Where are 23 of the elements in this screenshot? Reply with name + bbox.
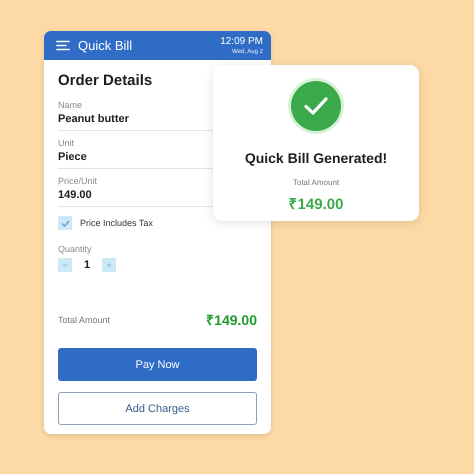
menu-icon[interactable] bbox=[56, 40, 70, 51]
quantity-value: 1 bbox=[84, 259, 90, 271]
field-label: Name bbox=[58, 100, 84, 110]
section-title: Order Details bbox=[58, 72, 154, 89]
total-amount: ₹149.00 bbox=[206, 311, 257, 329]
add-charges-button[interactable]: Add Charges bbox=[58, 392, 257, 425]
checkbox-label: Price Includes Tax bbox=[80, 218, 153, 228]
time-text: 12:09 PM bbox=[220, 36, 263, 46]
total-label: Total Amount bbox=[58, 314, 110, 324]
pay-button[interactable]: Pay Now bbox=[58, 348, 257, 381]
success-title: Quick Bill Generated! bbox=[244, 150, 388, 166]
total-amount: ₹149.00 bbox=[288, 195, 344, 213]
success-check-icon bbox=[287, 77, 345, 135]
app-title: Quick Bill bbox=[78, 38, 134, 53]
field-value[interactable]: 149.00 bbox=[58, 189, 92, 201]
total-label: Total Amount bbox=[292, 178, 340, 187]
field-value[interactable]: Peanut butter bbox=[58, 113, 129, 125]
checkbox[interactable] bbox=[58, 216, 72, 230]
field-value[interactable]: Piece bbox=[58, 151, 87, 163]
check-icon bbox=[60, 220, 70, 226]
field-label: Quantity bbox=[58, 244, 93, 254]
field-label: Unit bbox=[58, 138, 76, 148]
field-label: Price/Unit bbox=[58, 176, 98, 186]
